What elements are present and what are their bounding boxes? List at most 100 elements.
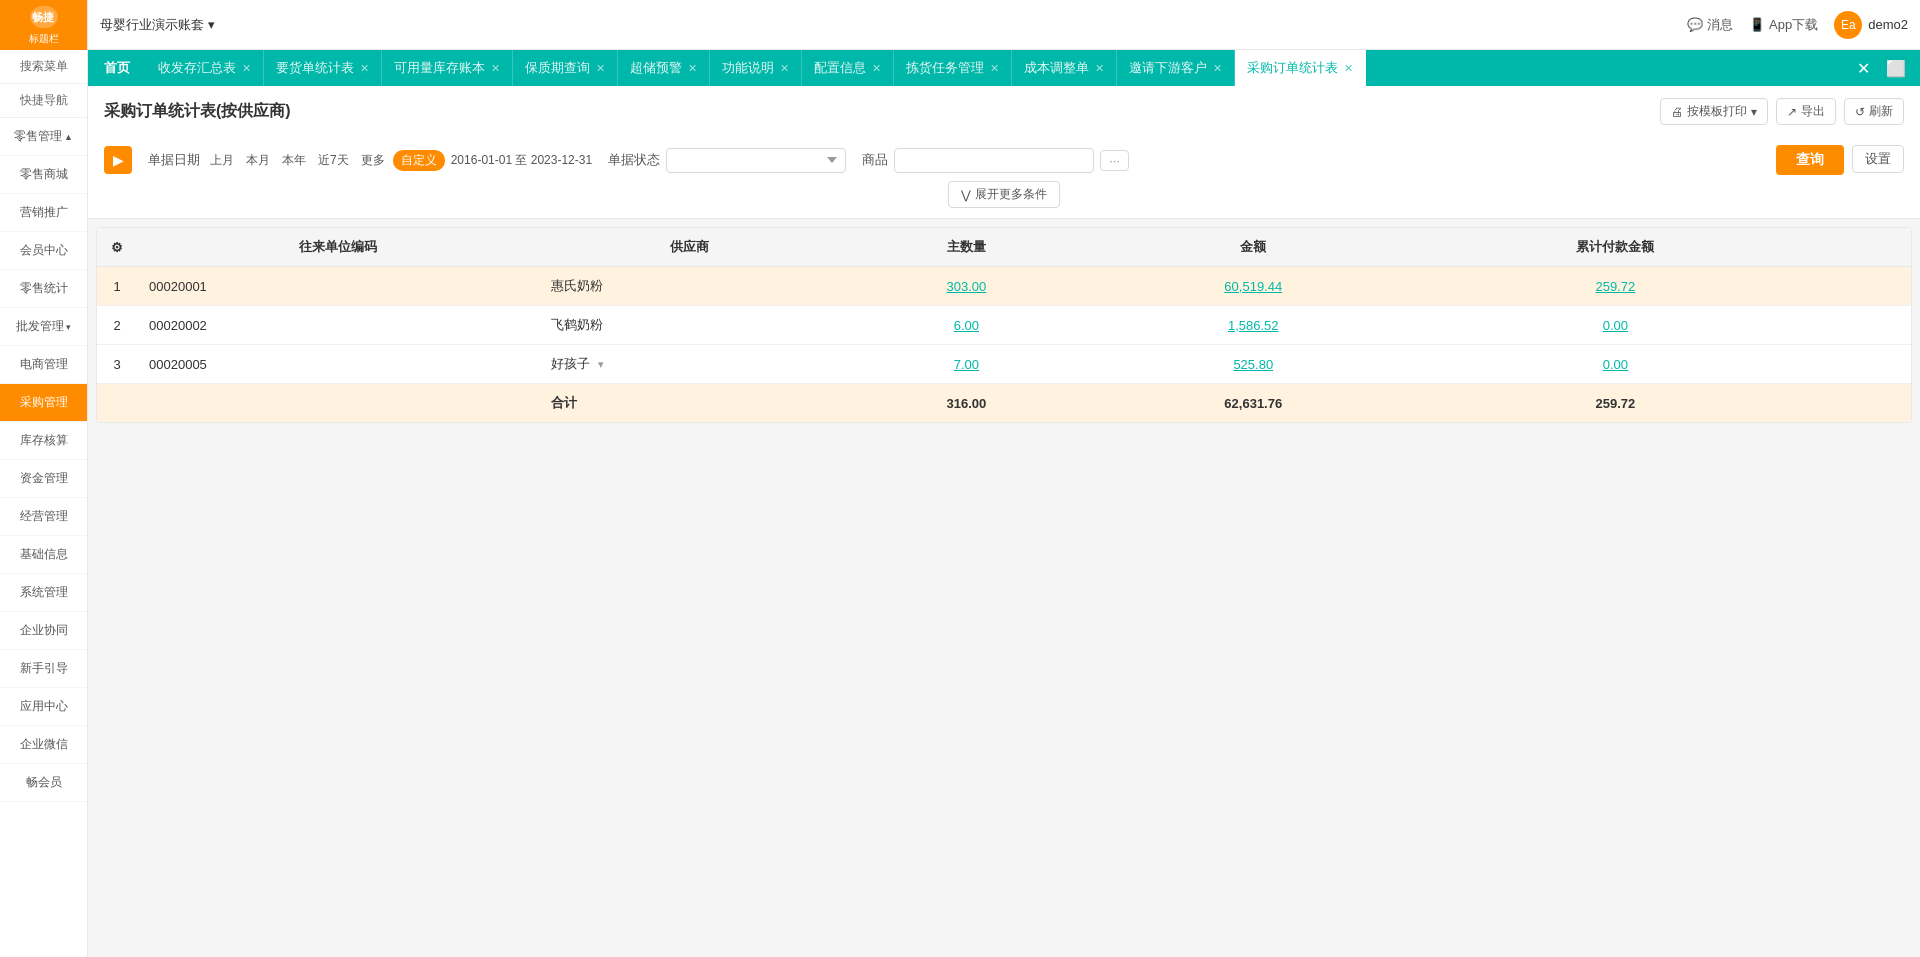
last-7days-btn[interactable]: 近7天 xyxy=(314,150,353,171)
gear-icon[interactable]: ⚙ xyxy=(111,240,123,255)
data-table: ⚙ 往来单位编码 供应商 主数量 金额 累计付款金额 1 00020001 xyxy=(97,228,1911,422)
tab-overstock-alert[interactable]: 超储预警 ✕ xyxy=(618,50,710,86)
cell-paid[interactable]: 0.00 xyxy=(1415,345,1817,384)
footer-empty2 xyxy=(137,384,539,423)
tab-close-icon9[interactable]: ✕ xyxy=(1095,62,1104,75)
date-range-display: 2016-01-01 至 2023-12-31 xyxy=(451,152,592,169)
col-extra xyxy=(1816,228,1911,267)
tab-usable-stock[interactable]: 可用量库存账本 ✕ xyxy=(382,50,513,86)
sidebar-item-sys-mgmt[interactable]: 系统管理 xyxy=(0,574,87,612)
sidebar-item-retail-stats[interactable]: 零售统计 xyxy=(0,270,87,308)
last-month-btn[interactable]: 上月 xyxy=(206,150,238,171)
tab-pick-task[interactable]: 拣货任务管理 ✕ xyxy=(894,50,1012,86)
sidebar-item-enterprise[interactable]: 企业协同 xyxy=(0,612,87,650)
tab-func-desc[interactable]: 功能说明 ✕ xyxy=(710,50,802,86)
tab-close-icon7[interactable]: ✕ xyxy=(872,62,881,75)
refresh-button[interactable]: ↺ 刷新 xyxy=(1844,98,1904,125)
sidebar-item-ops[interactable]: 经营管理 xyxy=(0,498,87,536)
more-dates-btn[interactable]: 更多 xyxy=(357,150,389,171)
sidebar-item-membership[interactable]: 畅会员 xyxy=(0,764,87,802)
tab-close-icon8[interactable]: ✕ xyxy=(990,62,999,75)
sidebar-item-basic-info[interactable]: 基础信息 xyxy=(0,536,87,574)
sidebar-item-search[interactable]: 搜索菜单 xyxy=(0,50,87,84)
tab-home[interactable]: 首页 xyxy=(88,59,146,77)
query-button[interactable]: 查询 xyxy=(1776,145,1844,175)
user-profile[interactable]: Ea demo2 xyxy=(1834,11,1908,39)
app-download-btn[interactable]: 📱 App下载 xyxy=(1749,16,1818,34)
tab-close-icon3[interactable]: ✕ xyxy=(491,62,500,75)
tab-fullscreen-icon[interactable]: ⬜ xyxy=(1880,57,1912,80)
settings-button[interactable]: 设置 xyxy=(1852,145,1904,173)
sidebar-item-inventory[interactable]: 库存核算 xyxy=(0,422,87,460)
goods-input[interactable] xyxy=(894,148,1094,173)
col-paid: 累计付款金额 xyxy=(1415,228,1817,267)
avatar: Ea xyxy=(1834,11,1862,39)
cell-supplier: 飞鹤奶粉 xyxy=(539,306,841,345)
sidebar-item-marketing[interactable]: 营销推广 xyxy=(0,194,87,232)
tab-close-all-icon[interactable]: ✕ xyxy=(1851,57,1876,80)
sidebar-item-finance[interactable]: 资金管理 xyxy=(0,460,87,498)
table-footer-row: 合计 316.00 62,631.76 259.72 xyxy=(97,384,1911,423)
col-supplier: 供应商 xyxy=(539,228,841,267)
cell-quantity[interactable]: 303.00 xyxy=(841,267,1092,306)
cell-quantity[interactable]: 6.00 xyxy=(841,306,1092,345)
message-icon: 💬 xyxy=(1687,17,1703,32)
expand-more-btn[interactable]: ⋁ 展开更多条件 xyxy=(948,181,1060,208)
cell-paid[interactable]: 0.00 xyxy=(1415,306,1817,345)
page-content: 采购订单统计表(按供应商) 🖨 按模板打印 ▾ ↗ 导出 ↺ 刷新 xyxy=(88,86,1920,957)
cell-quantity[interactable]: 7.00 xyxy=(841,345,1092,384)
footer-amount: 62,631.76 xyxy=(1092,384,1414,423)
footer-paid: 259.72 xyxy=(1415,384,1817,423)
cell-amount[interactable]: 60,519.44 xyxy=(1092,267,1414,306)
tab-close-icon2[interactable]: ✕ xyxy=(360,62,369,75)
status-select[interactable] xyxy=(666,148,846,173)
tab-config-info[interactable]: 配置信息 ✕ xyxy=(802,50,894,86)
table-row: 2 00020002 飞鹤奶粉 6.00 1,586.52 0.00 xyxy=(97,306,1911,345)
this-month-btn[interactable]: 本月 xyxy=(242,150,274,171)
custom-date-btn[interactable]: 自定义 xyxy=(393,150,445,171)
account-selector[interactable]: 母婴行业演示账套 ▾ xyxy=(100,16,215,34)
tab-purchase-stats[interactable]: 采购订单统计表 ✕ xyxy=(1235,50,1366,86)
arrow-down-icon: ▲ xyxy=(64,132,73,142)
tabbar-actions: ✕ ⬜ xyxy=(1851,57,1920,80)
tab-close-icon5[interactable]: ✕ xyxy=(688,62,697,75)
date-shortcuts: 上月 本月 本年 近7天 更多 自定义 xyxy=(206,150,445,171)
sidebar-item-retail-mgmt[interactable]: 零售管理 ▲ xyxy=(0,118,87,156)
tab-close-icon[interactable]: ✕ xyxy=(242,62,251,75)
tab-close-icon4[interactable]: ✕ xyxy=(596,62,605,75)
tab-close-icon10[interactable]: ✕ xyxy=(1213,62,1222,75)
sidebar-item-wechat[interactable]: 企业微信 xyxy=(0,726,87,764)
cell-amount[interactable]: 1,586.52 xyxy=(1092,306,1414,345)
tab-cost-adjust[interactable]: 成本调整单 ✕ xyxy=(1012,50,1117,86)
export-button[interactable]: ↗ 导出 xyxy=(1776,98,1836,125)
sidebar-item-quick-nav[interactable]: 快捷导航 xyxy=(0,84,87,118)
tab-receive-pay[interactable]: 收发存汇总表 ✕ xyxy=(146,50,264,86)
sidebar-item-ecommerce[interactable]: 电商管理 xyxy=(0,346,87,384)
sidebar-item-app-center[interactable]: 应用中心 xyxy=(0,688,87,726)
sidebar-item-wholesale[interactable]: 批发管理 ▾ xyxy=(0,308,87,346)
filter-area: ▶ 单据日期 上月 本月 本年 近7天 更多 自定义 2016-01-01 至 … xyxy=(104,135,1904,218)
page-header: 采购订单统计表(按供应商) 🖨 按模板打印 ▾ ↗ 导出 ↺ 刷新 xyxy=(88,86,1920,219)
cell-code: 00020005 xyxy=(137,345,539,384)
tab-close-icon6[interactable]: ✕ xyxy=(780,62,789,75)
page-title-row: 采购订单统计表(按供应商) 🖨 按模板打印 ▾ ↗ 导出 ↺ 刷新 xyxy=(104,98,1904,125)
sidebar-item-newbie[interactable]: 新手引导 xyxy=(0,650,87,688)
goods-more-btn[interactable]: ··· xyxy=(1100,150,1129,171)
sidebar-item-members[interactable]: 会员中心 xyxy=(0,232,87,270)
sidebar-item-retail-shop[interactable]: 零售商城 xyxy=(0,156,87,194)
page-title: 采购订单统计表(按供应商) xyxy=(104,101,291,122)
cell-amount[interactable]: 525.80 xyxy=(1092,345,1414,384)
filter-toggle-btn[interactable]: ▶ xyxy=(104,146,132,174)
tab-goods-stats[interactable]: 要货单统计表 ✕ xyxy=(264,50,382,86)
goods-filter-group: 商品 ··· xyxy=(862,148,1129,173)
tab-expiry-query[interactable]: 保质期查询 ✕ xyxy=(513,50,618,86)
footer-label: 合计 xyxy=(539,384,841,423)
print-button[interactable]: 🖨 按模板打印 ▾ xyxy=(1660,98,1768,125)
tab-invite-downstream[interactable]: 邀请下游客户 ✕ xyxy=(1117,50,1235,86)
status-filter-label: 单据状态 xyxy=(608,151,660,169)
cell-paid[interactable]: 259.72 xyxy=(1415,267,1817,306)
this-year-btn[interactable]: 本年 xyxy=(278,150,310,171)
sidebar-item-purchase[interactable]: 采购管理 xyxy=(0,384,87,422)
tab-close-icon11[interactable]: ✕ xyxy=(1344,62,1353,75)
message-btn[interactable]: 💬 消息 xyxy=(1687,16,1733,34)
